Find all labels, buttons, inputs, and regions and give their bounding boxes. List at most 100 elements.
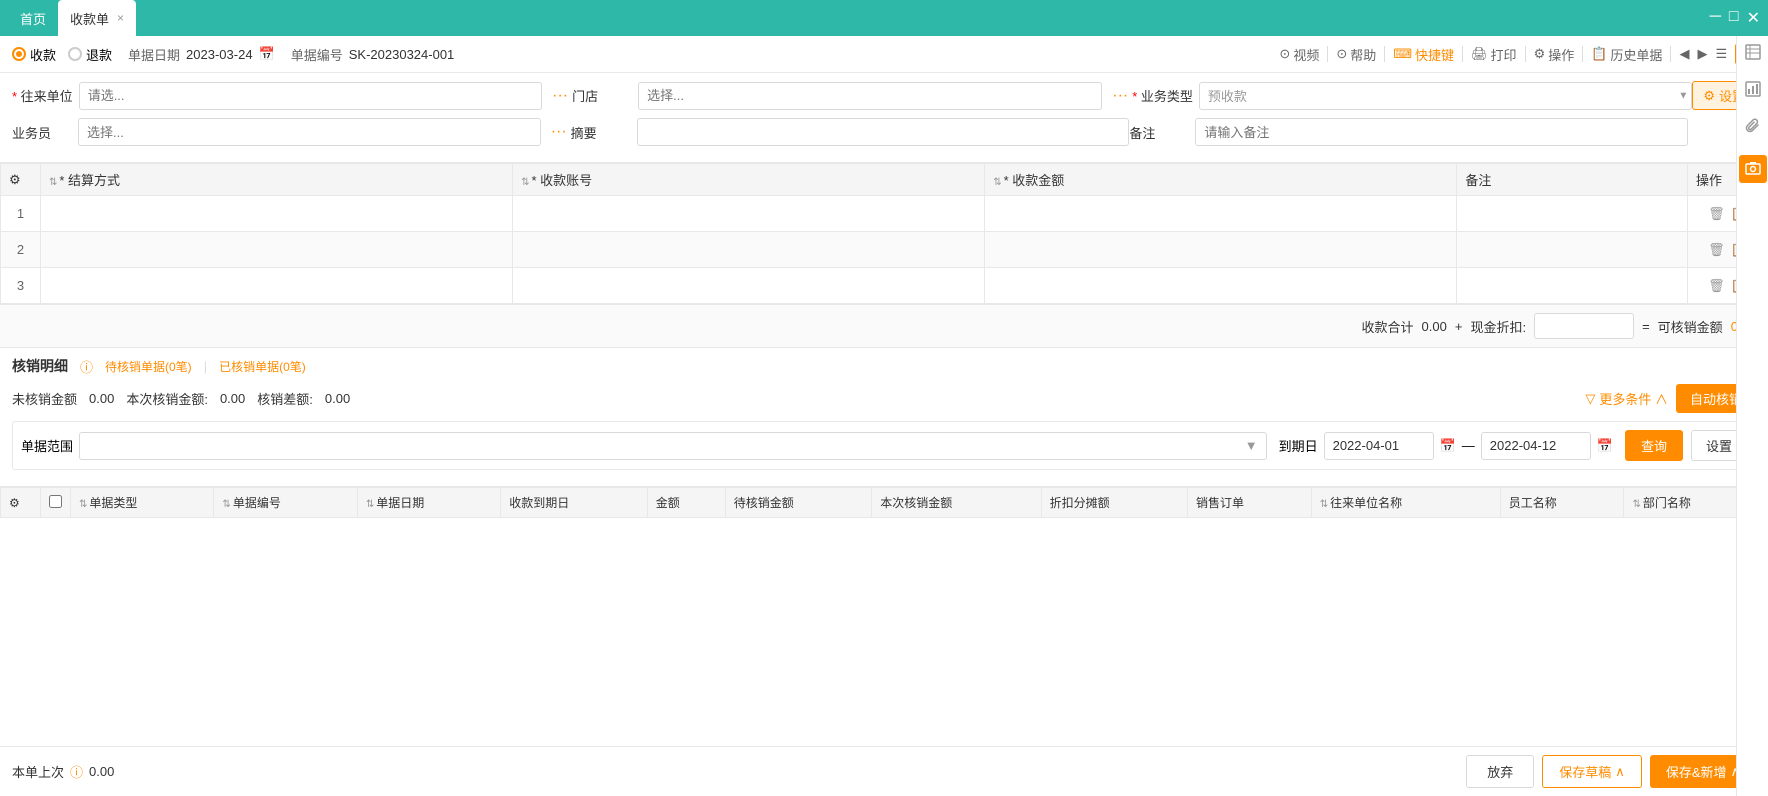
close-tab-icon[interactable]: × (117, 11, 124, 25)
account-cell-1[interactable] (513, 196, 985, 232)
date-field: 单据日期 2023-03-24 📅 (128, 45, 275, 64)
discount-input[interactable] (1534, 313, 1634, 339)
amount-cell-3[interactable] (985, 268, 1457, 304)
more-conditions-label: 更多条件 ∧ (1599, 389, 1668, 408)
save-draft-button[interactable]: 保存草稿 ∧ (1542, 755, 1642, 788)
select-all-checkbox[interactable] (49, 495, 62, 508)
pending-tab[interactable]: 待核销单据(0笔) (105, 358, 192, 375)
print-btn[interactable]: 🖨 打印 (1471, 45, 1517, 64)
settlement-cell-1[interactable] (41, 196, 513, 232)
biz-type-select[interactable]: ▼ (1199, 82, 1692, 110)
delete-row-3-icon[interactable]: 🗑 (1708, 278, 1725, 294)
start-date-input[interactable] (1324, 432, 1434, 460)
sidebar-paperclip-icon[interactable] (1745, 118, 1761, 139)
lower-settings-header[interactable]: ⚙ (1, 488, 41, 518)
calendar-end-icon[interactable]: 📅 (1597, 438, 1613, 454)
salesperson-input[interactable] (78, 118, 541, 146)
settlement-cell-2[interactable] (41, 232, 513, 268)
radio-refund[interactable]: 退款 (68, 45, 112, 64)
diff-label: 核销差额: (257, 389, 313, 408)
counterpart-more-btn[interactable]: ··· (548, 87, 572, 105)
store-more-btn[interactable]: ··· (1108, 87, 1132, 105)
sidebar-chart-icon[interactable] (1745, 81, 1761, 102)
divider1 (1327, 46, 1328, 62)
salesperson-more-btn[interactable]: ··· (547, 123, 571, 141)
salesperson-field: 业务员 ··· (12, 118, 571, 146)
home-tab-label: 首页 (20, 9, 46, 28)
active-tab[interactable]: 收款单 × (58, 0, 136, 36)
done-tab[interactable]: 已核销单据(0笔) (219, 358, 306, 375)
radio-receipt-circle (12, 47, 26, 61)
amount-cell-2[interactable] (985, 232, 1457, 268)
verify-info-icon[interactable]: ⓘ (80, 357, 93, 376)
table-settings-header[interactable]: ⚙ (1, 164, 41, 196)
order-info-icon[interactable]: ⓘ (70, 762, 83, 781)
more-conditions-btn[interactable]: ▽ 更多条件 ∧ (1585, 389, 1668, 408)
table-row: 3 🗑 📋 (1, 268, 1768, 304)
range-select[interactable]: ▼ (79, 432, 1267, 460)
sidebar-table-icon[interactable] (1745, 44, 1761, 65)
query-button[interactable]: 查询 (1625, 430, 1683, 461)
remark-cell-1[interactable] (1457, 196, 1688, 232)
window-min-icon[interactable]: ─ (1710, 8, 1721, 28)
lower-checkbox-header[interactable] (41, 488, 71, 518)
calendar-start-icon[interactable]: 📅 (1440, 438, 1456, 454)
video-label: 视频 (1293, 45, 1319, 64)
amount-header: ⇅* 收款金额 (985, 164, 1457, 196)
receipt-table-container: ⚙ ⇅* 结算方式 ⇅* 收款账号 ⇅* 收款金额 备注 操作 1 (0, 163, 1768, 305)
divider4 (1525, 46, 1526, 62)
bottom-info: 本单上次 ⓘ 0.00 (12, 762, 114, 781)
divider6 (1670, 46, 1671, 62)
doc-num-header: ⇅单据编号 (214, 488, 357, 518)
amount-cell-1[interactable] (985, 196, 1457, 232)
settlement-cell-3[interactable] (41, 268, 513, 304)
remark-label: 备注 (1129, 123, 1189, 142)
doc-number-field: 单据编号 SK-20230324-001 (291, 45, 455, 64)
account-header: ⇅* 收款账号 (513, 164, 985, 196)
arrow-left-icon[interactable]: ◀ (1679, 46, 1689, 62)
summary-field: 摘要 (571, 118, 1130, 146)
biz-type-value[interactable] (1199, 82, 1692, 110)
summary-input[interactable] (637, 118, 1130, 146)
list-icon[interactable]: ☰ (1715, 46, 1727, 62)
history-btn[interactable]: 📋 历史单据 (1591, 45, 1662, 64)
delete-row-2-icon[interactable]: 🗑 (1708, 242, 1725, 258)
row-num-1: 1 (1, 196, 41, 232)
window-max-icon[interactable]: □ (1729, 8, 1739, 28)
counterpart-input[interactable] (79, 82, 542, 110)
end-date-input[interactable] (1481, 432, 1591, 460)
draft-arrow-icon: ∧ (1615, 764, 1625, 780)
remark-cell-2[interactable] (1457, 232, 1688, 268)
history-label: 历史单据 (1610, 45, 1662, 64)
account-cell-2[interactable] (513, 232, 985, 268)
remark-field: 备注 (1129, 118, 1688, 146)
help-btn[interactable]: ⊙ 帮助 (1336, 45, 1376, 64)
home-tab[interactable]: 首页 (8, 0, 58, 36)
remark-cell-3[interactable] (1457, 268, 1688, 304)
store-label: 门店 (572, 86, 632, 105)
print-icon: 🖨 (1471, 46, 1488, 62)
range-select-arrow-icon: ▼ (1245, 438, 1258, 453)
bottom-actions: 放弃 保存草稿 ∧ 保存&新增 ∧ (1466, 755, 1756, 788)
row-num-3: 3 (1, 268, 41, 304)
biz-type-label: 业务类型 (1132, 86, 1193, 105)
shortcut-btn[interactable]: ⌨ 快捷键 (1393, 45, 1454, 64)
sidebar-screenshot-icon[interactable] (1739, 155, 1767, 183)
account-cell-3[interactable] (513, 268, 985, 304)
toolbar: 收款 退款 单据日期 2023-03-24 📅 单据编号 SK-20230324… (0, 36, 1768, 73)
date-range-separator: — (1462, 438, 1475, 453)
verify-stats: 未核销金额 0.00 本次核销金额: 0.00 核销差额: 0.00 (12, 389, 350, 408)
radio-receipt[interactable]: 收款 (12, 45, 56, 64)
remark-input[interactable] (1195, 118, 1688, 146)
table-row: 2 🗑 📋 (1, 232, 1768, 268)
window-close-icon[interactable]: ✕ (1747, 8, 1760, 28)
biz-type-arrow-icon: ▼ (1678, 90, 1688, 101)
delete-row-1-icon[interactable]: 🗑 (1708, 206, 1725, 222)
discard-button[interactable]: 放弃 (1466, 755, 1534, 788)
calendar-icon[interactable]: 📅 (259, 46, 275, 62)
store-input[interactable] (638, 82, 1102, 110)
lower-table-container: ⚙ ⇅单据类型 ⇅单据编号 ⇅单据日期 收款到期日 金额 待核销金额 本次核销金… (0, 487, 1768, 746)
operation-btn[interactable]: ⚙ 操作 (1534, 45, 1575, 64)
video-btn[interactable]: ⊙ 视频 (1279, 45, 1319, 64)
arrow-right-icon[interactable]: ▶ (1697, 46, 1707, 62)
